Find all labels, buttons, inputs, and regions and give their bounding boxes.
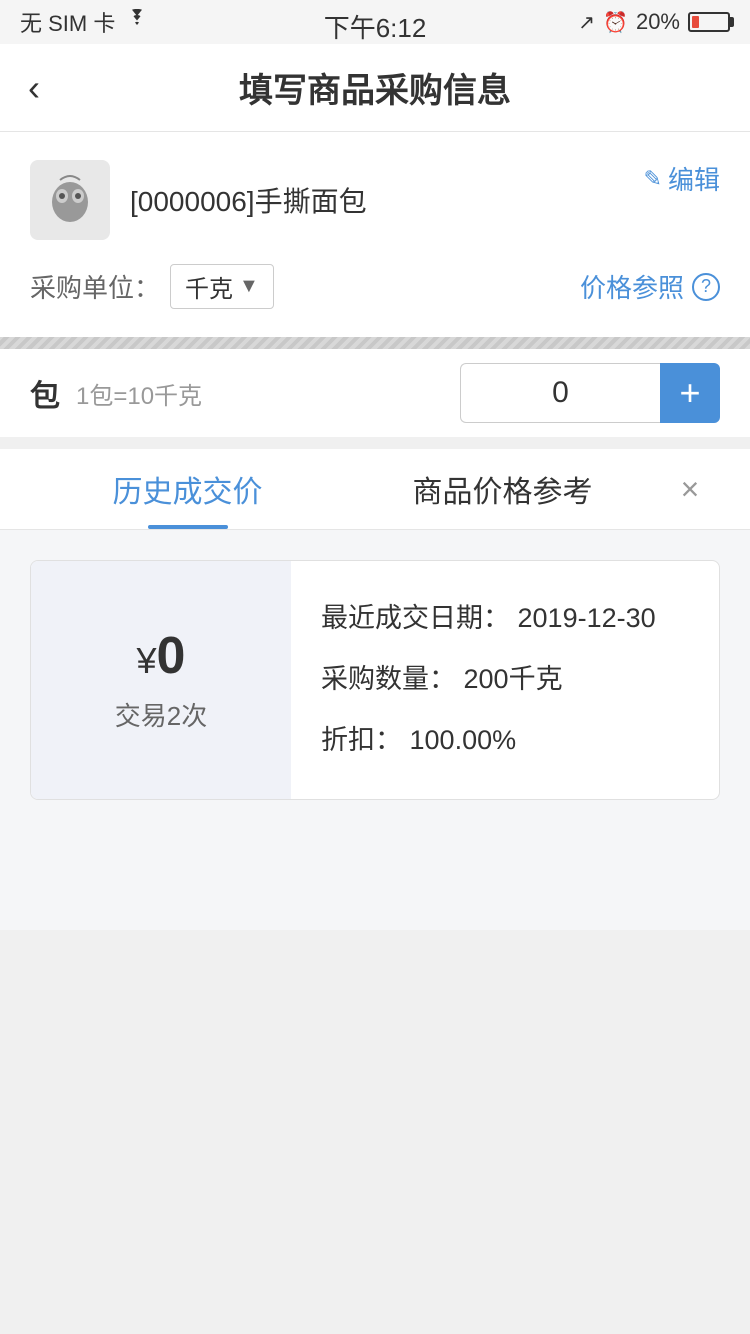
product-name: 手撕面包 bbox=[255, 186, 367, 217]
product-left: [0000006]手撕面包 bbox=[30, 160, 367, 240]
recent-date-label: 最近成交日期： bbox=[321, 603, 510, 633]
nav-bar: ‹ 填写商品采购信息 bbox=[0, 44, 750, 132]
recent-date-row: 最近成交日期： 2019-12-30 bbox=[321, 597, 689, 640]
card-price-section: ¥0 交易2次 bbox=[31, 561, 291, 799]
tab-priceref-label: 商品价格参考 bbox=[413, 467, 593, 511]
chevron-down-icon: ▼ bbox=[239, 275, 259, 298]
discount-label: 折扣： bbox=[321, 725, 402, 755]
edit-label: 编辑 bbox=[668, 160, 720, 197]
purchase-qty-label: 采购数量： bbox=[321, 664, 456, 694]
help-text: ? bbox=[701, 276, 711, 297]
product-section: [0000006]手撕面包 ✎ 编辑 采购单位： 千克 ▼ 价格参照 ? bbox=[0, 132, 750, 337]
status-right: ↗ ⏰ 20% bbox=[578, 9, 730, 35]
tabs-section: 历史成交价 商品价格参考 × ¥0 交易2次 最近成交日期： 2019-12-3… bbox=[0, 449, 750, 930]
product-unit-row: 采购单位： 千克 ▼ 价格参照 ? bbox=[30, 264, 720, 309]
discount-value: 100.00% bbox=[410, 725, 517, 755]
status-left: 无 SIM 卡 bbox=[20, 6, 149, 38]
tab-active-indicator bbox=[148, 525, 228, 529]
close-icon: × bbox=[681, 471, 700, 508]
quantity-plus-button[interactable]: + bbox=[660, 363, 720, 423]
wifi-icon bbox=[125, 9, 149, 35]
quantity-section: 包 1包=10千克 + bbox=[0, 349, 750, 437]
stripe-divider bbox=[0, 337, 750, 349]
card-detail-section: 最近成交日期： 2019-12-30 采购数量： 200千克 折扣： 100.0… bbox=[291, 561, 719, 799]
page-title: 填写商品采购信息 bbox=[239, 63, 511, 112]
purchase-qty-value: 200千克 bbox=[464, 664, 563, 694]
tab-history-label: 历史成交价 bbox=[113, 467, 263, 511]
unit-value: 千克 bbox=[185, 269, 233, 304]
plus-icon: + bbox=[679, 372, 700, 414]
status-time: 下午6:12 bbox=[324, 8, 427, 45]
quantity-unit: 包 bbox=[30, 371, 60, 415]
unit-text: 采购单位： bbox=[30, 268, 160, 305]
card-trades: 交易2次 bbox=[115, 696, 207, 733]
edit-button[interactable]: ✎ 编辑 bbox=[644, 160, 720, 197]
tab-price-ref[interactable]: 商品价格参考 bbox=[345, 449, 660, 529]
product-header: [0000006]手撕面包 ✎ 编辑 bbox=[30, 160, 720, 240]
recent-date-value: 2019-12-30 bbox=[518, 603, 656, 633]
alarm-icon: ⏰ bbox=[603, 10, 628, 35]
purchase-qty-row: 采购数量： 200千克 bbox=[321, 658, 689, 701]
price-ref-button[interactable]: 价格参照 ? bbox=[580, 268, 720, 305]
tab-close-button[interactable]: × bbox=[660, 459, 720, 519]
carrier-label: 无 SIM 卡 bbox=[20, 6, 115, 38]
tab-bar: 历史成交价 商品价格参考 × bbox=[0, 449, 750, 530]
card-price: ¥0 bbox=[137, 626, 186, 686]
battery-icon bbox=[688, 12, 730, 32]
content-area: ¥0 交易2次 最近成交日期： 2019-12-30 采购数量： 200千克 折… bbox=[0, 530, 750, 930]
location-icon: ↗ bbox=[578, 10, 595, 35]
quantity-label: 包 1包=10千克 bbox=[30, 371, 202, 415]
unit-label: 采购单位： 千克 ▼ bbox=[30, 264, 274, 309]
price-symbol: ¥ bbox=[137, 640, 157, 681]
tab-history-price[interactable]: 历史成交价 bbox=[30, 449, 345, 529]
product-name-group: [0000006]手撕面包 bbox=[130, 180, 367, 220]
battery-percent: 20% bbox=[636, 9, 680, 35]
product-id: [0000006] bbox=[130, 186, 255, 217]
quantity-conversion: 1包=10千克 bbox=[76, 376, 202, 411]
product-thumbnail bbox=[30, 160, 110, 240]
discount-row: 折扣： 100.00% bbox=[321, 719, 689, 762]
status-bar: 无 SIM 卡 下午6:12 ↗ ⏰ 20% bbox=[0, 0, 750, 44]
unit-select[interactable]: 千克 ▼ bbox=[170, 264, 274, 309]
price-value: 0 bbox=[157, 627, 186, 685]
price-ref-label: 价格参照 bbox=[580, 268, 684, 305]
quantity-input[interactable] bbox=[460, 363, 660, 423]
history-card: ¥0 交易2次 最近成交日期： 2019-12-30 采购数量： 200千克 折… bbox=[30, 560, 720, 800]
edit-icon: ✎ bbox=[644, 166, 662, 192]
help-icon: ? bbox=[692, 273, 720, 301]
back-button[interactable]: ‹ bbox=[28, 67, 40, 109]
quantity-input-group: + bbox=[460, 363, 720, 423]
